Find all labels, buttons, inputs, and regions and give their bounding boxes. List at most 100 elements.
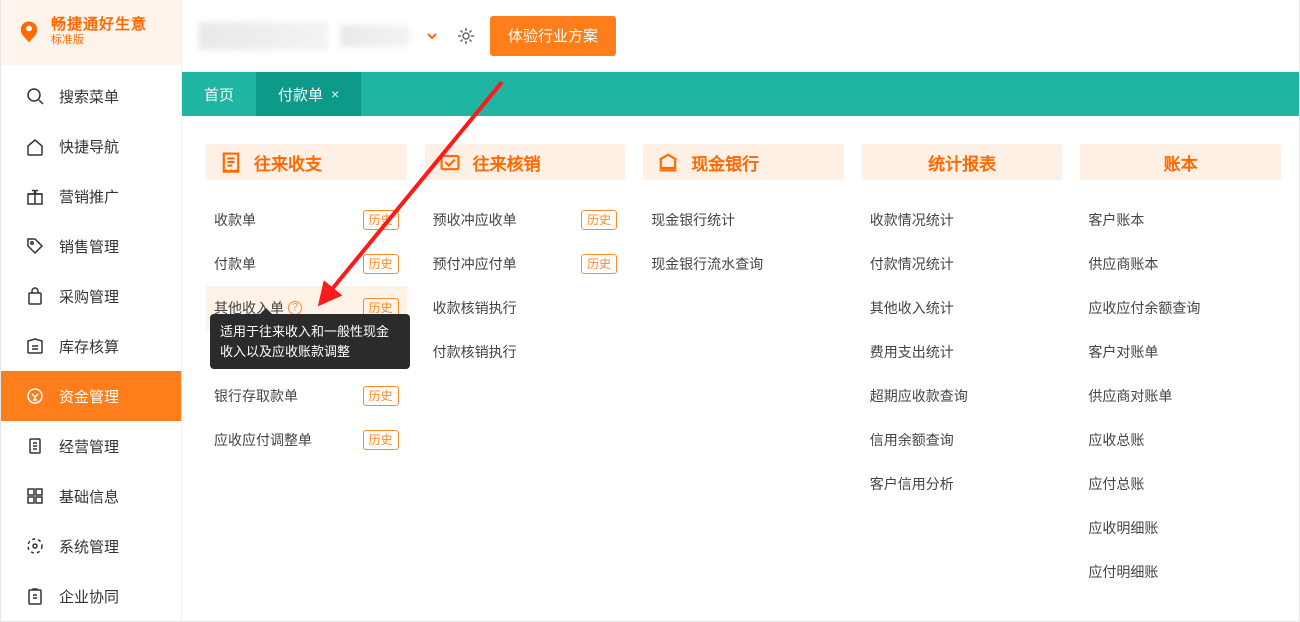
item-label: 客户对账单 <box>1088 342 1158 362</box>
column-title: 现金银行 <box>691 150 759 175</box>
tab-label: 付款单 <box>278 84 323 105</box>
sidebar-item-label: 快捷导航 <box>59 136 119 157</box>
history-badge[interactable]: 历史 <box>581 210 617 230</box>
column-账本: 账本客户账本供应商账本应收应付余额查询客户对账单供应商对账单应收总账应付总账应收… <box>1080 144 1281 603</box>
doc-icon <box>25 436 45 456</box>
close-icon[interactable]: × <box>331 86 339 102</box>
list-item[interactable]: 费用支出统计 <box>862 330 1063 374</box>
list-item[interactable]: 应付明细账 <box>1080 550 1281 594</box>
sidebar-item-team[interactable]: 企业协同 <box>1 571 181 621</box>
item-label: 收款单 <box>214 210 256 230</box>
item-label: 收款核销执行 <box>433 298 517 318</box>
list-item[interactable]: 其他收入统计 <box>862 286 1063 330</box>
sidebar-item-tag[interactable]: 销售管理 <box>1 221 181 271</box>
industry-plan-button[interactable]: 体验行业方案 <box>490 16 616 56</box>
list-item[interactable]: 供应商账本 <box>1080 242 1281 286</box>
column-header: 账本 <box>1080 144 1281 180</box>
column-header: 现金银行 <box>643 144 844 180</box>
sidebar-item-bag[interactable]: 采购管理 <box>1 271 181 321</box>
list-item[interactable]: 客户信用分析 <box>862 462 1063 506</box>
list-item[interactable]: 银行存取款单 历史 <box>206 374 407 418</box>
list-item[interactable]: 信用余额查询 <box>862 418 1063 462</box>
sidebar-item-label: 经营管理 <box>59 436 119 457</box>
sidebar-item-label: 基础信息 <box>59 486 119 507</box>
gear-icon[interactable] <box>454 24 478 48</box>
column-body: 预收冲应收单历史预付冲应付单历史收款核销执行付款核销执行 <box>425 198 626 374</box>
item-label: 其他收入统计 <box>870 298 954 318</box>
list-item[interactable]: 超期应收款查询 <box>862 374 1063 418</box>
list-item[interactable]: 付款核销执行 <box>425 330 626 374</box>
history-badge[interactable]: 历史 <box>363 210 399 230</box>
list-item[interactable]: 应付总账 <box>1080 462 1281 506</box>
column-body: 客户账本供应商账本应收应付余额查询客户对账单供应商对账单应收总账应付总账应收明细… <box>1080 198 1281 594</box>
sidebar-nav: 搜索菜单快捷导航营销推广销售管理采购管理库存核算资金管理经营管理基础信息系统管理… <box>1 65 181 621</box>
item-label: 其他收入单 ? <box>214 298 302 318</box>
tag-icon <box>25 236 45 256</box>
list-item[interactable]: 付款情况统计 <box>862 242 1063 286</box>
sidebar-item-label: 系统管理 <box>59 536 119 557</box>
sys-icon <box>25 536 45 556</box>
list-item[interactable]: 应收应付余额查询 <box>1080 286 1281 330</box>
item-label: 应收应付调整单 <box>214 430 312 450</box>
column-body: 收款情况统计付款情况统计其他收入统计费用支出统计超期应收款查询信用余额查询客户信… <box>862 198 1063 506</box>
list-item[interactable]: 收款情况统计 <box>862 198 1063 242</box>
list-item[interactable]: 供应商对账单 <box>1080 374 1281 418</box>
item-label: 客户账本 <box>1088 210 1144 230</box>
list-item[interactable]: 其他收入单 ? 历史 <box>206 286 407 330</box>
column-title: 往来核销 <box>473 150 541 175</box>
list-item[interactable]: 应收明细账 <box>1080 506 1281 550</box>
content-panel: 往来收支收款单历史付款单历史其他收入单 ?历史费用支出单历史银行存取款单历史应收… <box>182 116 1299 621</box>
column-title: 统计报表 <box>928 150 996 175</box>
list-item[interactable]: 收款核销执行 <box>425 286 626 330</box>
history-badge[interactable]: 历史 <box>363 254 399 274</box>
sidebar-item-search[interactable]: 搜索菜单 <box>1 71 181 121</box>
sidebar-item-stock[interactable]: 库存核算 <box>1 321 181 371</box>
column-往来收支: 往来收支收款单历史付款单历史其他收入单 ?历史费用支出单历史银行存取款单历史应收… <box>206 144 407 603</box>
sidebar-item-label: 搜索菜单 <box>59 86 119 107</box>
sidebar-item-sys[interactable]: 系统管理 <box>1 521 181 571</box>
tab-首页[interactable]: 首页 <box>182 72 256 116</box>
list-item[interactable]: 收款单 历史 <box>206 198 407 242</box>
grid-icon <box>25 486 45 506</box>
brand-subtitle: 标准版 <box>51 34 147 47</box>
help-icon[interactable]: ? <box>288 301 302 315</box>
brand-title: 畅捷通好生意 <box>51 16 147 34</box>
brand-mark-icon <box>15 18 43 46</box>
tab-label: 首页 <box>204 84 234 105</box>
sidebar-item-label: 采购管理 <box>59 286 119 307</box>
list-item[interactable]: 现金银行流水查询 <box>643 242 844 286</box>
sidebar-item-money[interactable]: 资金管理 <box>1 371 181 421</box>
list-item[interactable]: 预付冲应付单历史 <box>425 242 626 286</box>
item-label: 银行存取款单 <box>214 386 298 406</box>
column-title: 账本 <box>1164 150 1198 175</box>
list-item[interactable]: 应收总账 <box>1080 418 1281 462</box>
sidebar-item-gift[interactable]: 营销推广 <box>1 171 181 221</box>
item-label: 付款情况统计 <box>870 254 954 274</box>
list-item[interactable]: 客户对账单 <box>1080 330 1281 374</box>
item-label: 应收明细账 <box>1088 518 1158 538</box>
list-item[interactable]: 付款单历史 <box>206 242 407 286</box>
item-label: 付款核销执行 <box>433 342 517 362</box>
column-往来核销: 往来核销预收冲应收单历史预付冲应付单历史收款核销执行付款核销执行 <box>425 144 626 603</box>
sidebar-item-home[interactable]: 快捷导航 <box>1 121 181 171</box>
tab-bar: 首页 付款单 × <box>182 72 1299 116</box>
list-item[interactable]: 客户账本 <box>1080 198 1281 242</box>
history-badge[interactable]: 历史 <box>363 298 399 318</box>
list-item[interactable]: 应收应付调整单 历史 <box>206 418 407 462</box>
list-item[interactable]: 预收冲应收单历史 <box>425 198 626 242</box>
sidebar-item-doc[interactable]: 经营管理 <box>1 421 181 471</box>
history-badge[interactable]: 历史 <box>581 254 617 274</box>
receipt-icon <box>218 149 244 175</box>
item-label: 供应商对账单 <box>1088 386 1172 406</box>
history-badge[interactable]: 历史 <box>363 430 399 450</box>
search-icon <box>25 86 45 106</box>
column-header: 统计报表 <box>862 144 1063 180</box>
sidebar-item-grid[interactable]: 基础信息 <box>1 471 181 521</box>
sidebar-item-label: 资金管理 <box>59 386 119 407</box>
history-badge[interactable]: 历史 <box>363 342 399 362</box>
item-label: 应收总账 <box>1088 430 1144 450</box>
list-item[interactable]: 现金银行统计 <box>643 198 844 242</box>
chevron-down-icon[interactable] <box>422 26 442 46</box>
history-badge[interactable]: 历史 <box>363 386 399 406</box>
tab-付款单[interactable]: 付款单 × <box>256 72 361 116</box>
